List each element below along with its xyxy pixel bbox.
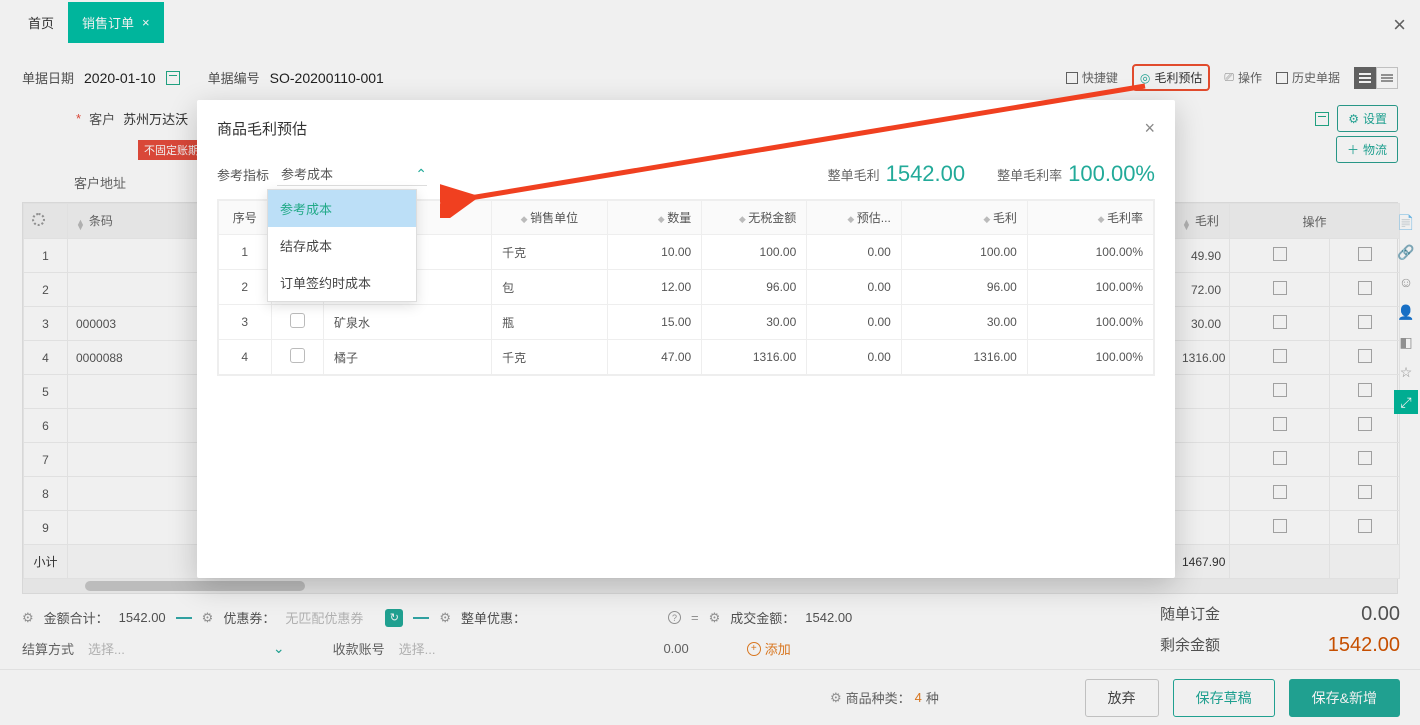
dropdown-item[interactable]: 参考成本 [268,190,416,227]
mcol-qty[interactable]: ◆ 数量 [607,201,702,235]
dropdown-item[interactable]: 订单签约时成本 [268,264,416,301]
ref-row: 参考指标 ⌃ 整单毛利 1542.00 整单毛利率 100.00% 参考成本 结… [217,161,1155,187]
mcol-est[interactable]: ◆ 预估... [807,201,902,235]
modal-close-icon[interactable]: × [1144,118,1155,139]
checkbox-icon [290,313,305,328]
mrow-qty: 10.00 [607,235,702,270]
mrow-amt: 96.00 [702,270,807,305]
mrow-name: 矿泉水 [324,305,492,340]
mrow-unit: 瓶 [492,305,608,340]
mrow-est: 0.00 [807,270,902,305]
dropdown-item[interactable]: 结存成本 [268,227,416,264]
mrow-amt: 100.00 [702,235,807,270]
mrow-amt: 30.00 [702,305,807,340]
mrow-qty: 47.00 [607,340,702,375]
ref-label: 参考指标 [217,165,269,184]
mrow-rate: 100.00% [1027,340,1153,375]
modal-row[interactable]: 3矿泉水瓶15.0030.000.0030.00100.00% [219,305,1154,340]
ref-dropdown: 参考成本 结存成本 订单签约时成本 [267,189,417,302]
ref-select-input[interactable] [277,162,427,186]
mrow-gp: 96.00 [901,270,1027,305]
mrow-check[interactable] [271,340,324,375]
mrow-rate: 100.00% [1027,235,1153,270]
mrow-idx: 1 [219,235,272,270]
mrow-idx: 2 [219,270,272,305]
mcol-rate[interactable]: ◆ 毛利率 [1027,201,1153,235]
mcol-unit[interactable]: ◆ 销售单位 [492,201,608,235]
grossprofit-modal: 商品毛利预估 × 参考指标 ⌃ 整单毛利 1542.00 整单毛利率 100.0… [197,100,1175,578]
modal-title: 商品毛利预估 [217,118,307,139]
total-rate-label: 整单毛利率 [997,165,1062,184]
mrow-rate: 100.00% [1027,305,1153,340]
mrow-gp: 1316.00 [901,340,1027,375]
total-gp-label: 整单毛利 [828,165,880,184]
total-gp-value: 1542.00 [886,161,966,187]
mrow-est: 0.00 [807,340,902,375]
modal-row[interactable]: 4橘子千克47.001316.000.001316.00100.00% [219,340,1154,375]
checkbox-icon [290,348,305,363]
mcol-idx[interactable]: 序号 [219,201,272,235]
mrow-unit: 千克 [492,340,608,375]
mrow-rate: 100.00% [1027,270,1153,305]
mrow-idx: 4 [219,340,272,375]
mrow-est: 0.00 [807,305,902,340]
chevron-up-icon[interactable]: ⌃ [415,166,427,183]
mrow-check[interactable] [271,305,324,340]
mcol-gp[interactable]: ◆ 毛利 [901,201,1027,235]
mrow-name: 橘子 [324,340,492,375]
mrow-gp: 100.00 [901,235,1027,270]
mrow-amt: 1316.00 [702,340,807,375]
mrow-gp: 30.00 [901,305,1027,340]
mrow-unit: 包 [492,270,608,305]
mrow-qty: 12.00 [607,270,702,305]
total-rate-value: 100.00% [1068,161,1155,187]
mrow-est: 0.00 [807,235,902,270]
mrow-unit: 千克 [492,235,608,270]
mrow-idx: 3 [219,305,272,340]
ref-select[interactable]: ⌃ [277,162,427,186]
mrow-qty: 15.00 [607,305,702,340]
mcol-amt[interactable]: ◆ 无税金额 [702,201,807,235]
